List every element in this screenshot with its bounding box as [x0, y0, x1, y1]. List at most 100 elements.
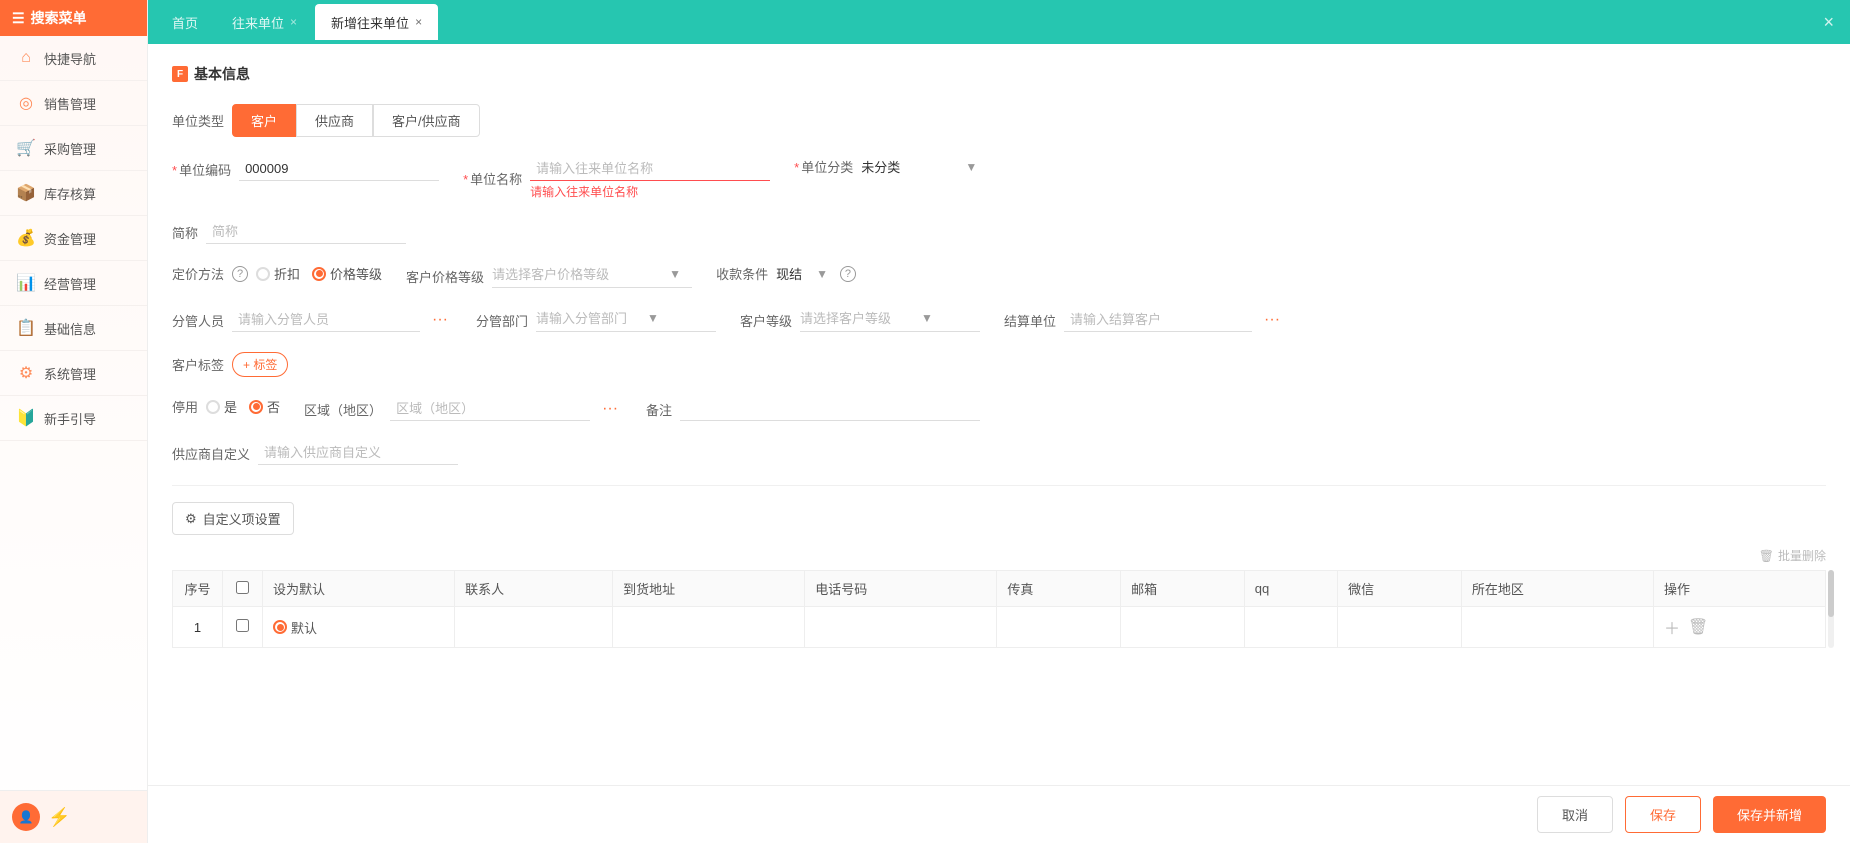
payment-terms-chevron-icon: ▼: [816, 267, 828, 281]
manager-more-icon[interactable]: ···: [428, 311, 452, 329]
customer-price-level-wrapper[interactable]: 请选择客户价格等级 ▼: [492, 264, 692, 288]
tab-new-partner-close[interactable]: ×: [415, 16, 422, 28]
th-fax: 传真: [997, 571, 1121, 607]
th-default: 设为默认: [263, 571, 455, 607]
tab-partners-close[interactable]: ×: [290, 16, 297, 28]
system-icon: ⚙: [16, 363, 36, 383]
sidebar-bottom-icon: ⚡: [48, 807, 70, 828]
table-scrollbar[interactable]: [1828, 570, 1834, 648]
add-tag-button[interactable]: + 标签: [232, 352, 288, 377]
settlement-unit-group: 结算单位 ···: [1004, 308, 1284, 332]
save-button[interactable]: 保存: [1625, 796, 1701, 833]
custom-settings-label: 自定义项设置: [203, 509, 281, 528]
sidebar-item-system[interactable]: ⚙ 系统管理: [0, 351, 147, 396]
tab-new-partner[interactable]: 新增往来单位 ×: [315, 4, 438, 40]
settlement-unit-input[interactable]: [1064, 308, 1252, 332]
customer-price-level-placeholder: 请选择客户价格等级: [492, 264, 609, 283]
th-wechat: 微信: [1338, 571, 1462, 607]
tab-home[interactable]: 首页: [156, 4, 214, 40]
supplier-custom-row: 供应商自定义: [172, 441, 1826, 465]
region-more-icon[interactable]: ···: [598, 400, 622, 418]
radio-discount-label: 折扣: [274, 264, 300, 283]
customer-level-label: 客户等级: [740, 311, 792, 330]
payment-terms-help-icon[interactable]: ?: [840, 266, 856, 282]
department-wrapper[interactable]: 请输入分管部门 ▼: [536, 308, 716, 332]
operations-icon: 📊: [16, 273, 36, 293]
pricing-row: 定价方法 ? 折扣 价格等级 客户价格等级 请选择客户价格等级: [172, 264, 1826, 288]
th-action: 操作: [1653, 571, 1825, 607]
unit-type-row: 单位类型 客户 供应商 客户/供应商: [172, 104, 1826, 137]
disable-radio-group: 是 否: [206, 397, 280, 416]
manager-input[interactable]: [232, 308, 420, 332]
sidebar-item-quick-nav[interactable]: ⌂ 快捷导航: [0, 36, 147, 81]
manager-label: 分管人员: [172, 311, 224, 330]
radio-discount[interactable]: 折扣: [256, 264, 300, 283]
radio-yes-circle: [206, 400, 220, 414]
sidebar-item-basics[interactable]: 📋 基础信息: [0, 306, 147, 351]
disable-label: 停用: [172, 397, 198, 416]
batch-delete-label[interactable]: 批量删除: [1778, 547, 1826, 564]
unit-code-input[interactable]: [239, 157, 439, 181]
row-email: [1121, 607, 1245, 648]
row-default-radio[interactable]: 默认: [273, 618, 444, 637]
cancel-button[interactable]: 取消: [1537, 796, 1613, 833]
supplier-custom-label: 供应商自定义: [172, 444, 250, 463]
save-new-button[interactable]: 保存并新增: [1713, 796, 1826, 833]
pricing-help-icon[interactable]: ?: [232, 266, 248, 282]
sidebar-item-guide[interactable]: 🔰 新手引导: [0, 396, 147, 441]
row-phone: [805, 607, 997, 648]
custom-settings-button[interactable]: ⚙ 自定义项设置: [172, 502, 294, 535]
radio-yes[interactable]: 是: [206, 397, 237, 416]
row-qq: [1244, 607, 1337, 648]
table-header-row: 序号 设为默认 联系人 到货地址 电话号码 传真 邮箱 qq 微信 所在地区 操…: [173, 571, 1826, 607]
notes-group: 备注: [646, 397, 980, 421]
sidebar-item-inventory[interactable]: 📦 库存核算: [0, 171, 147, 216]
region-input[interactable]: [390, 397, 590, 421]
tab-home-label: 首页: [172, 13, 198, 32]
settlement-unit-more-icon[interactable]: ···: [1260, 311, 1284, 329]
notes-input[interactable]: [680, 397, 980, 421]
select-all-checkbox[interactable]: [236, 581, 249, 594]
row-delete-button[interactable]: 🗑: [1688, 615, 1708, 639]
department-chevron-icon: ▼: [647, 311, 659, 325]
sidebar-item-purchase[interactable]: 🛒 采购管理: [0, 126, 147, 171]
radio-no[interactable]: 否: [249, 397, 280, 416]
unit-name-input[interactable]: [530, 157, 770, 181]
sidebar-item-sales[interactable]: ◎ 销售管理: [0, 81, 147, 126]
th-qq: qq: [1244, 571, 1337, 607]
section-divider: [172, 485, 1826, 486]
type-btn-supplier[interactable]: 供应商: [296, 104, 373, 137]
row-add-button[interactable]: ＋: [1664, 615, 1680, 639]
contact-table-wrapper: 序号 设为默认 联系人 到货地址 电话号码 传真 邮箱 qq 微信 所在地区 操…: [172, 570, 1826, 648]
supplier-custom-group: 供应商自定义: [172, 441, 458, 465]
customer-level-placeholder: 请选择客户等级: [800, 308, 891, 327]
user-avatar: 👤: [12, 803, 40, 831]
guide-icon: 🔰: [16, 408, 36, 428]
sidebar-item-label: 库存核算: [44, 184, 96, 203]
type-btn-customer[interactable]: 客户: [232, 104, 296, 137]
unit-category-select-wrapper: 未分类 ▼: [861, 157, 981, 176]
payment-terms-group: 收款条件 现结 ▼ ?: [716, 264, 856, 283]
tab-partners[interactable]: 往来单位 ×: [216, 4, 313, 40]
radio-price-level[interactable]: 价格等级: [312, 264, 382, 283]
short-name-row: 简称: [172, 220, 1826, 244]
row-checkbox[interactable]: [236, 619, 249, 632]
sidebar-item-finance[interactable]: 💰 资金管理: [0, 216, 147, 261]
supplier-custom-input[interactable]: [258, 441, 458, 465]
customer-level-wrapper[interactable]: 请选择客户等级 ▼: [800, 308, 980, 332]
sidebar-item-operations[interactable]: 📊 经营管理: [0, 261, 147, 306]
type-btn-both[interactable]: 客户/供应商: [373, 104, 480, 137]
unit-code-group: 单位编码: [172, 157, 439, 181]
table-row: 1 默认: [173, 607, 1826, 648]
search-menu-button[interactable]: ☰ 搜索菜单: [0, 0, 147, 36]
short-name-input[interactable]: [206, 220, 406, 244]
tab-bar-close-button[interactable]: ×: [1815, 8, 1842, 37]
bottom-bar: 取消 保存 保存并新增: [148, 785, 1850, 843]
row-actions-cell: ＋ 🗑: [1653, 607, 1825, 648]
batch-delete-area: 🗑 批量删除: [172, 547, 1826, 564]
unit-type-group: 单位类型 客户 供应商 客户/供应商: [172, 104, 480, 137]
radio-price-level-circle: [312, 267, 326, 281]
th-email: 邮箱: [1121, 571, 1245, 607]
row-default-radio-circle: [273, 620, 287, 634]
row-region: [1461, 607, 1653, 648]
